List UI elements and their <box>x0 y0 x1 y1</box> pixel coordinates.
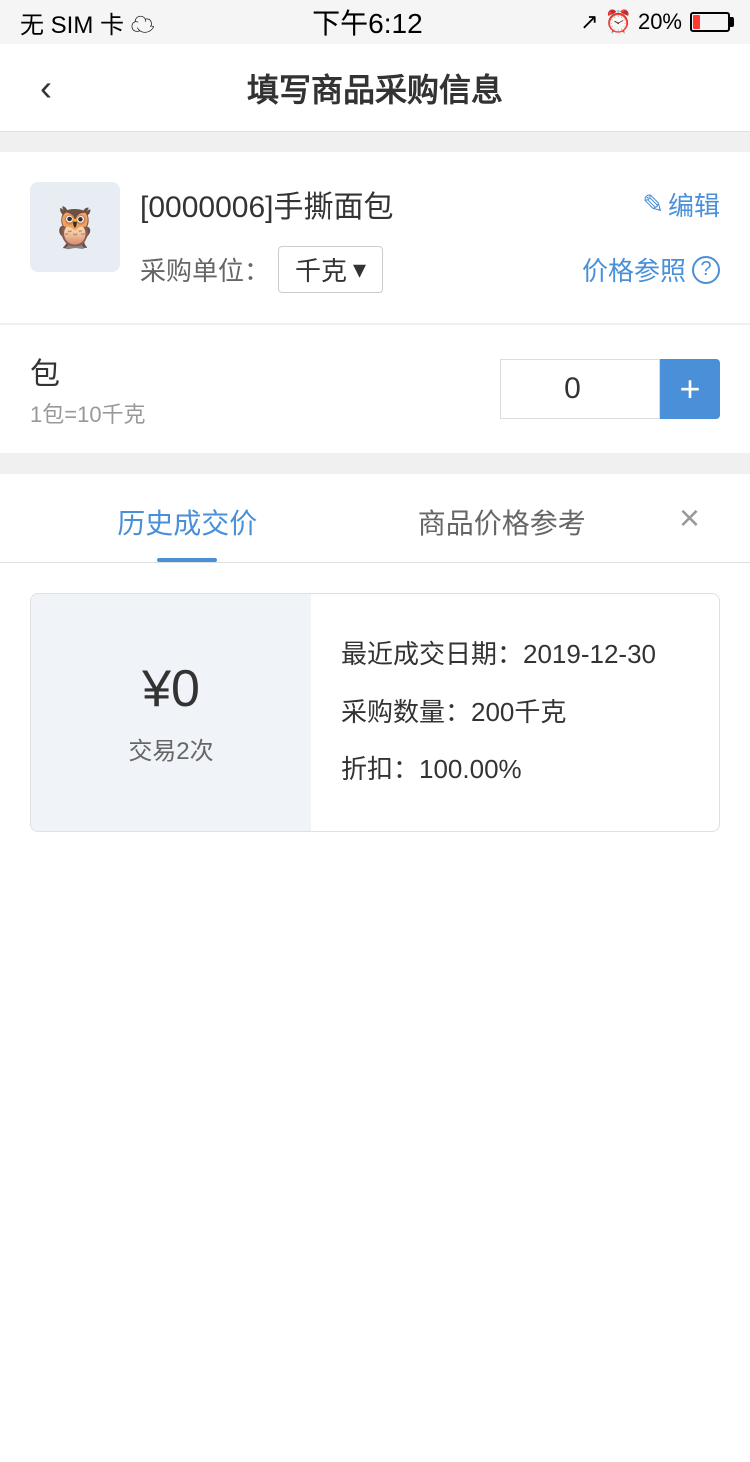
purchase-unit-row: 采购单位： 千克 ▾ 价格参照 ? <box>140 246 720 293</box>
status-time: 下午6:12 <box>312 2 423 42</box>
status-left: 无 SIM 卡 ☁ <box>20 5 155 40</box>
price-detail-date: 最近成交日期：2019-12-30 <box>341 634 689 676</box>
recent-date-value: 2019-12-30 <box>523 639 656 669</box>
product-info: [0000006]手撕面包 ✎ 编辑 采购单位： 千克 ▾ 价格参照 ? <box>140 182 720 293</box>
price-left-panel: ¥0 交易2次 <box>31 594 311 831</box>
header: ‹ 填写商品采购信息 <box>0 44 750 132</box>
tab-product-reference[interactable]: 商品价格参考 <box>344 474 658 562</box>
tab-close-button[interactable]: × <box>659 480 720 556</box>
edit-label: 编辑 <box>668 186 720 223</box>
product-name-row: [0000006]手撕面包 ✎ 编辑 <box>140 182 720 226</box>
product-card: 🦉 [0000006]手撕面包 ✎ 编辑 采购单位： 千克 ▾ <box>0 152 750 323</box>
discount-label: 折扣： <box>341 754 419 784</box>
discount-value: 100.00% <box>419 754 522 784</box>
purchase-qty-label: 采购数量： <box>341 697 471 727</box>
product-thumbnail: 🦉 <box>30 182 120 272</box>
product-name: [0000006]手撕面包 <box>140 182 393 226</box>
quantity-conversion: 1包=10千克 <box>30 397 146 429</box>
product-thumb-icon: 🦉 <box>50 204 100 251</box>
price-detail-discount: 折扣：100.00% <box>341 749 689 791</box>
battery-icon <box>690 12 730 32</box>
recent-date-label: 最近成交日期： <box>341 639 523 669</box>
product-top: 🦉 [0000006]手撕面包 ✎ 编辑 采购单位： 千克 ▾ <box>30 182 720 293</box>
battery-percent: 20% <box>638 9 682 35</box>
price-detail-qty: 采购数量：200千克 <box>341 692 689 734</box>
back-button[interactable]: ‹ <box>30 57 62 119</box>
tabs-header: 历史成交价 商品价格参考 × <box>0 474 750 563</box>
purchase-unit-label: 采购单位： <box>140 251 270 288</box>
price-amount: ¥0 <box>142 659 200 719</box>
alarm-icon: ⏰ <box>605 9 632 35</box>
quantity-label-group: 包 1包=10千克 <box>30 349 146 429</box>
price-right-panel: 最近成交日期：2019-12-30 采购数量：200千克 折扣：100.00% <box>311 594 719 831</box>
tab-history-price[interactable]: 历史成交价 <box>30 474 344 562</box>
unit-value: 千克 <box>295 251 347 288</box>
price-reference-button[interactable]: 价格参照 ? <box>582 251 720 288</box>
quantity-section: 包 1包=10千克 + <box>0 325 750 454</box>
quantity-input[interactable] <box>500 359 660 419</box>
tabs-section: 历史成交价 商品价格参考 × ¥0 交易2次 最近成交日期：2019-12-30… <box>0 474 750 1462</box>
page-title: 填写商品采购信息 <box>247 65 503 111</box>
question-icon: ? <box>692 256 720 284</box>
purchase-qty-value: 200千克 <box>471 697 566 727</box>
quantity-unit: 包 <box>30 349 146 393</box>
price-trades: 交易2次 <box>128 731 213 766</box>
history-content: ¥0 交易2次 最近成交日期：2019-12-30 采购数量：200千克 折扣：… <box>0 563 750 862</box>
edit-icon: ✎ <box>642 189 664 220</box>
chevron-down-icon: ▾ <box>353 254 366 285</box>
quantity-plus-button[interactable]: + <box>660 359 720 419</box>
sim-label: 无 SIM 卡 ☁ <box>20 5 155 40</box>
unit-select[interactable]: 千克 ▾ <box>278 246 383 293</box>
price-ref-label: 价格参照 <box>582 251 686 288</box>
edit-button[interactable]: ✎ 编辑 <box>642 186 720 223</box>
white-bottom-area <box>0 862 750 1462</box>
status-bar: 无 SIM 卡 ☁ 下午6:12 ↗ ⏰ 20% <box>0 0 750 44</box>
price-record-card: ¥0 交易2次 最近成交日期：2019-12-30 采购数量：200千克 折扣：… <box>30 593 720 832</box>
quantity-input-group: + <box>500 359 720 419</box>
gps-icon: ↗ <box>580 9 598 35</box>
status-right: ↗ ⏰ 20% <box>580 9 730 35</box>
